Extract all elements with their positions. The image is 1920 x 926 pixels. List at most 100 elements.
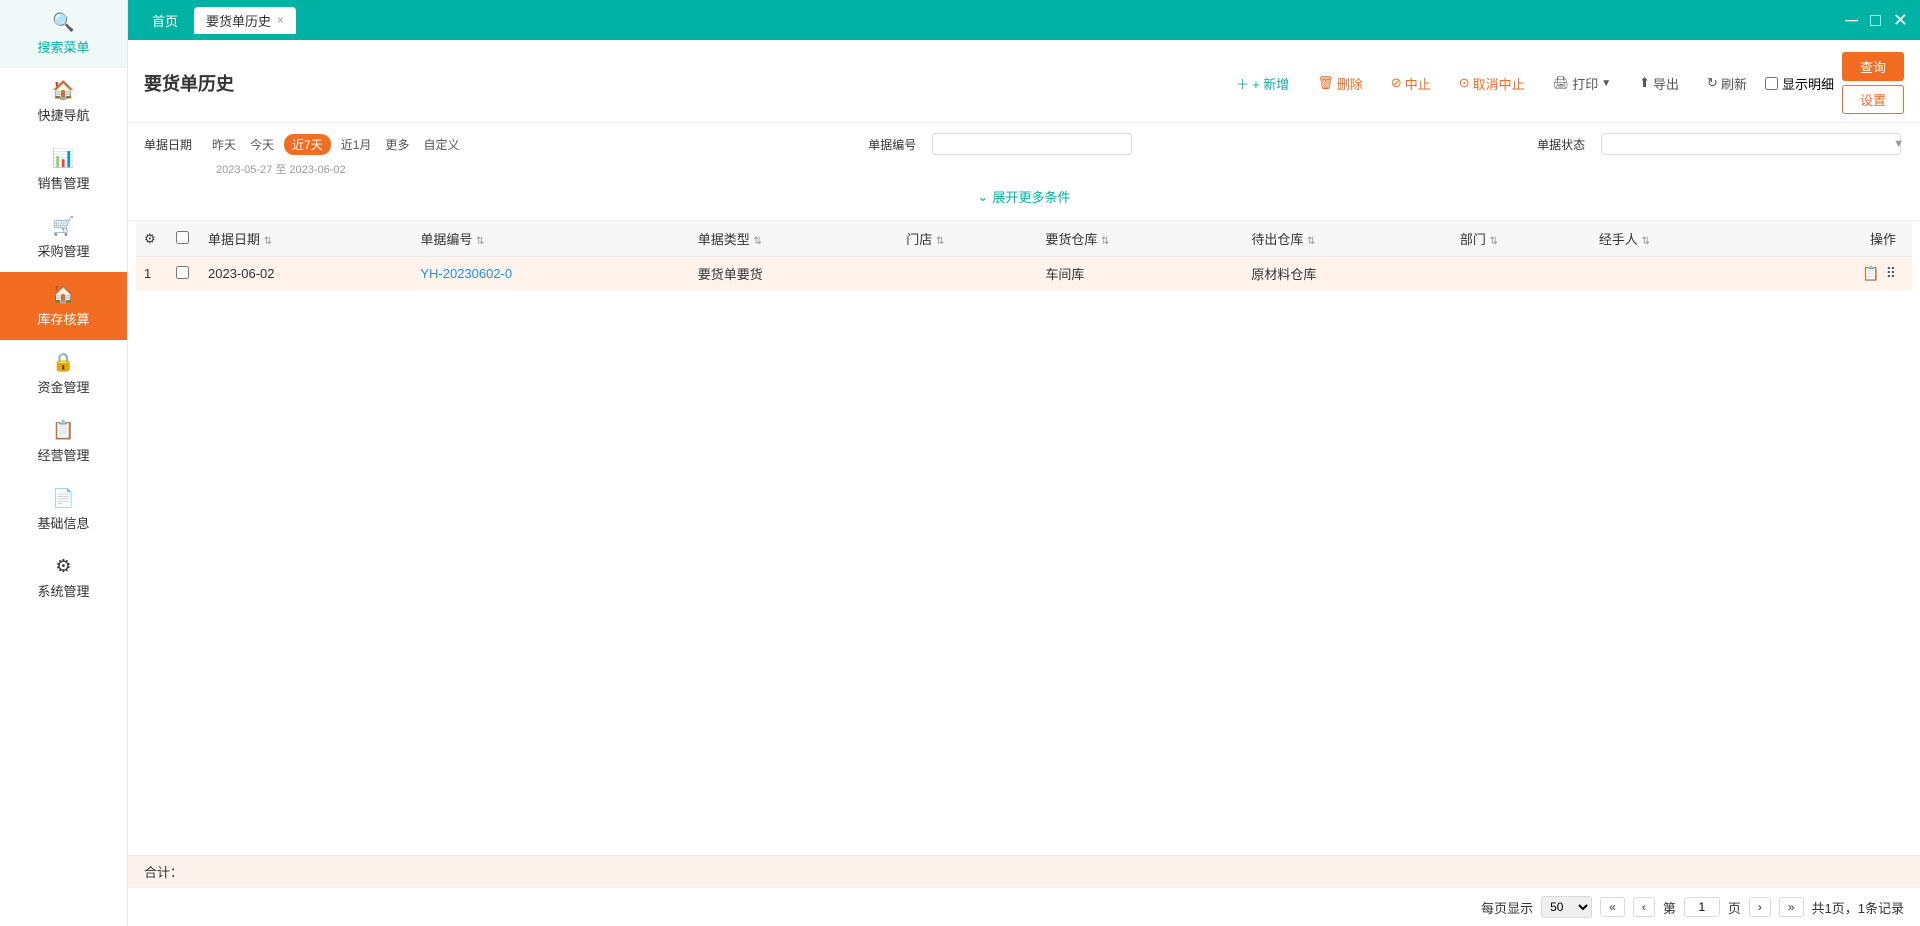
table-footer: 合计： <box>128 855 1920 887</box>
date-btn-yesterday[interactable]: 昨天 <box>208 135 240 154</box>
export-label: 导出 <box>1653 74 1679 93</box>
col-settings-icon[interactable]: ⚙ <box>144 231 156 246</box>
sidebar-item-inventory-calc[interactable]: 🏠 库存核算 <box>0 272 127 340</box>
sort-doc-type-icon[interactable]: ⇅ <box>753 236 761 247</box>
tab-home[interactable]: 首页 <box>140 7 190 34</box>
doc-num-input[interactable] <box>932 133 1132 155</box>
refresh-button[interactable]: ↻ 刷新 <box>1697 70 1757 97</box>
tab-active[interactable]: 要货单历史 × <box>194 7 296 34</box>
col-doc-num-label: 单据编号 <box>420 232 472 247</box>
sidebar-item-operations-mgmt[interactable]: 📋 经营管理 <box>0 408 127 476</box>
page-suffix: 页 <box>1728 898 1741 917</box>
col-settings: ⚙ <box>136 221 168 257</box>
window-close-icon[interactable]: ✕ <box>1893 10 1908 31</box>
cell-department <box>1452 257 1591 291</box>
date-btn-1month[interactable]: 近1月 <box>337 135 376 154</box>
window-min-icon[interactable]: ─ <box>1845 10 1858 31</box>
display-detail-label: 显示明细 <box>1782 74 1834 93</box>
add-button[interactable]: ＋ + 新增 <box>1226 70 1299 97</box>
stop-button[interactable]: ⊘ 中止 <box>1381 70 1441 97</box>
add-icon: ＋ <box>1236 74 1249 93</box>
filter-row-date-range: 2023-05-27 至 2023-06-02 <box>144 161 1904 177</box>
col-checkbox <box>168 221 200 257</box>
prev-page-btn[interactable]: ‹ <box>1633 897 1655 917</box>
pagination: 每页显示 10 20 50 100 « ‹ 第 页 › » 共1页，1条记录 <box>128 887 1920 926</box>
date-btn-more[interactable]: 更多 <box>381 135 413 154</box>
col-handler: 经手人 ⇅ <box>1591 221 1764 257</box>
sort-doc-date-icon[interactable]: ⇅ <box>264 236 272 247</box>
sort-department-icon[interactable]: ⇅ <box>1489 236 1497 247</box>
cancel-icon: ⊙ <box>1459 75 1470 91</box>
date-btn-7days[interactable]: 近7天 <box>284 134 331 155</box>
tab-close-icon[interactable]: × <box>277 13 284 27</box>
expand-label: 展开更多条件 <box>992 187 1070 206</box>
sidebar-item-label: 系统管理 <box>37 581 89 600</box>
more-action-icon[interactable]: ⠿ <box>1886 265 1896 282</box>
date-btn-today[interactable]: 今天 <box>246 135 278 154</box>
sidebar-item-quick-nav[interactable]: 🏠 快捷导航 <box>0 68 127 136</box>
finance-mgmt-icon: 🔒 <box>52 352 74 373</box>
sidebar: 🔍 搜索菜单 🏠 快捷导航 📊 销售管理 🛒 采购管理 🏠 库存核算 🔒 资金管… <box>0 0 128 926</box>
print-label: 打印 <box>1572 74 1598 93</box>
date-buttons: 昨天 今天 近7天 近1月 更多 自定义 <box>208 134 463 155</box>
sidebar-item-sales-mgmt[interactable]: 📊 销售管理 <box>0 136 127 204</box>
cell-doc-num: YH-20230602-0 <box>412 257 689 291</box>
expand-more-btn[interactable]: ⌄ 展开更多条件 <box>974 183 1075 210</box>
col-pending-warehouse-label: 待出仓库 <box>1251 232 1303 247</box>
stop-icon: ⊘ <box>1391 75 1402 91</box>
sidebar-item-purchase-mgmt[interactable]: 🛒 采购管理 <box>0 204 127 272</box>
date-btn-custom[interactable]: 自定义 <box>419 135 463 154</box>
sort-doc-num-icon[interactable]: ⇅ <box>476 236 484 247</box>
sort-store-icon[interactable]: ⇅ <box>936 236 944 247</box>
print-button[interactable]: 🖨 打印 ▼ <box>1543 70 1621 97</box>
sidebar-item-system-mgmt[interactable]: ⚙ 系统管理 <box>0 544 127 612</box>
print-dropdown-icon: ▼ <box>1601 78 1611 89</box>
edit-icon[interactable]: 📋 <box>1862 265 1879 282</box>
doc-status-dropdown-icon[interactable]: ▼ <box>1893 138 1904 150</box>
cell-doc-type: 要货单要货 <box>690 257 899 291</box>
export-button[interactable]: ⬆ 导出 <box>1629 70 1689 97</box>
query-settings-group: 查询 设置 <box>1842 52 1904 114</box>
settings-button[interactable]: 设置 <box>1842 85 1904 114</box>
sort-pending-warehouse-icon[interactable]: ⇅ <box>1307 236 1315 247</box>
sales-mgmt-icon: 📊 <box>52 148 74 169</box>
export-icon: ⬆ <box>1639 75 1650 91</box>
first-page-btn[interactable]: « <box>1600 897 1625 917</box>
sidebar-item-label: 快捷导航 <box>37 105 89 124</box>
col-req-warehouse-label: 要货仓库 <box>1045 232 1097 247</box>
delete-button[interactable]: 🗑 删除 <box>1307 70 1373 97</box>
col-department: 部门 ⇅ <box>1452 221 1591 257</box>
doc-num-link[interactable]: YH-20230602-0 <box>420 266 512 281</box>
table-row: 1 2023-06-02 YH-20230602-0 要货单要货 车间库 原材料… <box>136 257 1912 291</box>
total-info: 共1页，1条记录 <box>1812 898 1904 917</box>
select-all-checkbox[interactable] <box>176 231 189 244</box>
sidebar-item-search-menu[interactable]: 🔍 搜索菜单 <box>0 0 127 68</box>
next-page-btn[interactable]: › <box>1749 897 1771 917</box>
cell-checkbox <box>168 257 200 291</box>
col-doc-type-label: 单据类型 <box>698 232 750 247</box>
stop-label: 中止 <box>1405 74 1431 93</box>
display-detail-checkbox[interactable] <box>1765 77 1778 90</box>
row-checkbox[interactable] <box>176 266 189 279</box>
col-pending-warehouse: 待出仓库 ⇅ <box>1243 221 1452 257</box>
doc-status-input[interactable] <box>1601 133 1901 155</box>
page-number-input[interactable] <box>1684 897 1720 917</box>
last-page-btn[interactable]: » <box>1779 897 1804 917</box>
date-range-text: 2023-05-27 至 2023-06-02 <box>216 161 346 177</box>
window-max-icon[interactable]: □ <box>1870 10 1881 31</box>
sort-req-warehouse-icon[interactable]: ⇅ <box>1101 236 1109 247</box>
sidebar-item-basic-info[interactable]: 📄 基础信息 <box>0 476 127 544</box>
data-table: ⚙ 单据日期 ⇅ 单据编号 ⇅ <box>136 221 1912 291</box>
expand-down-icon: ⌄ <box>978 189 989 205</box>
col-doc-date: 单据日期 ⇅ <box>200 221 412 257</box>
query-button[interactable]: 查询 <box>1842 52 1904 81</box>
sort-handler-icon[interactable]: ⇅ <box>1642 236 1650 247</box>
cancel-stop-button[interactable]: ⊙ 取消中止 <box>1449 70 1535 97</box>
doc-num-label: 单据编号 <box>868 136 916 153</box>
sidebar-item-finance-mgmt[interactable]: 🔒 资金管理 <box>0 340 127 408</box>
cancel-label: 取消中止 <box>1473 74 1525 93</box>
tab-active-label: 要货单历史 <box>206 11 271 30</box>
col-doc-type: 单据类型 ⇅ <box>690 221 899 257</box>
per-page-select[interactable]: 10 20 50 100 <box>1541 896 1592 918</box>
main-area: 首页 要货单历史 × ─ □ ✕ 要货单历史 ＋ + 新增 🗑 删除 <box>128 0 1920 926</box>
